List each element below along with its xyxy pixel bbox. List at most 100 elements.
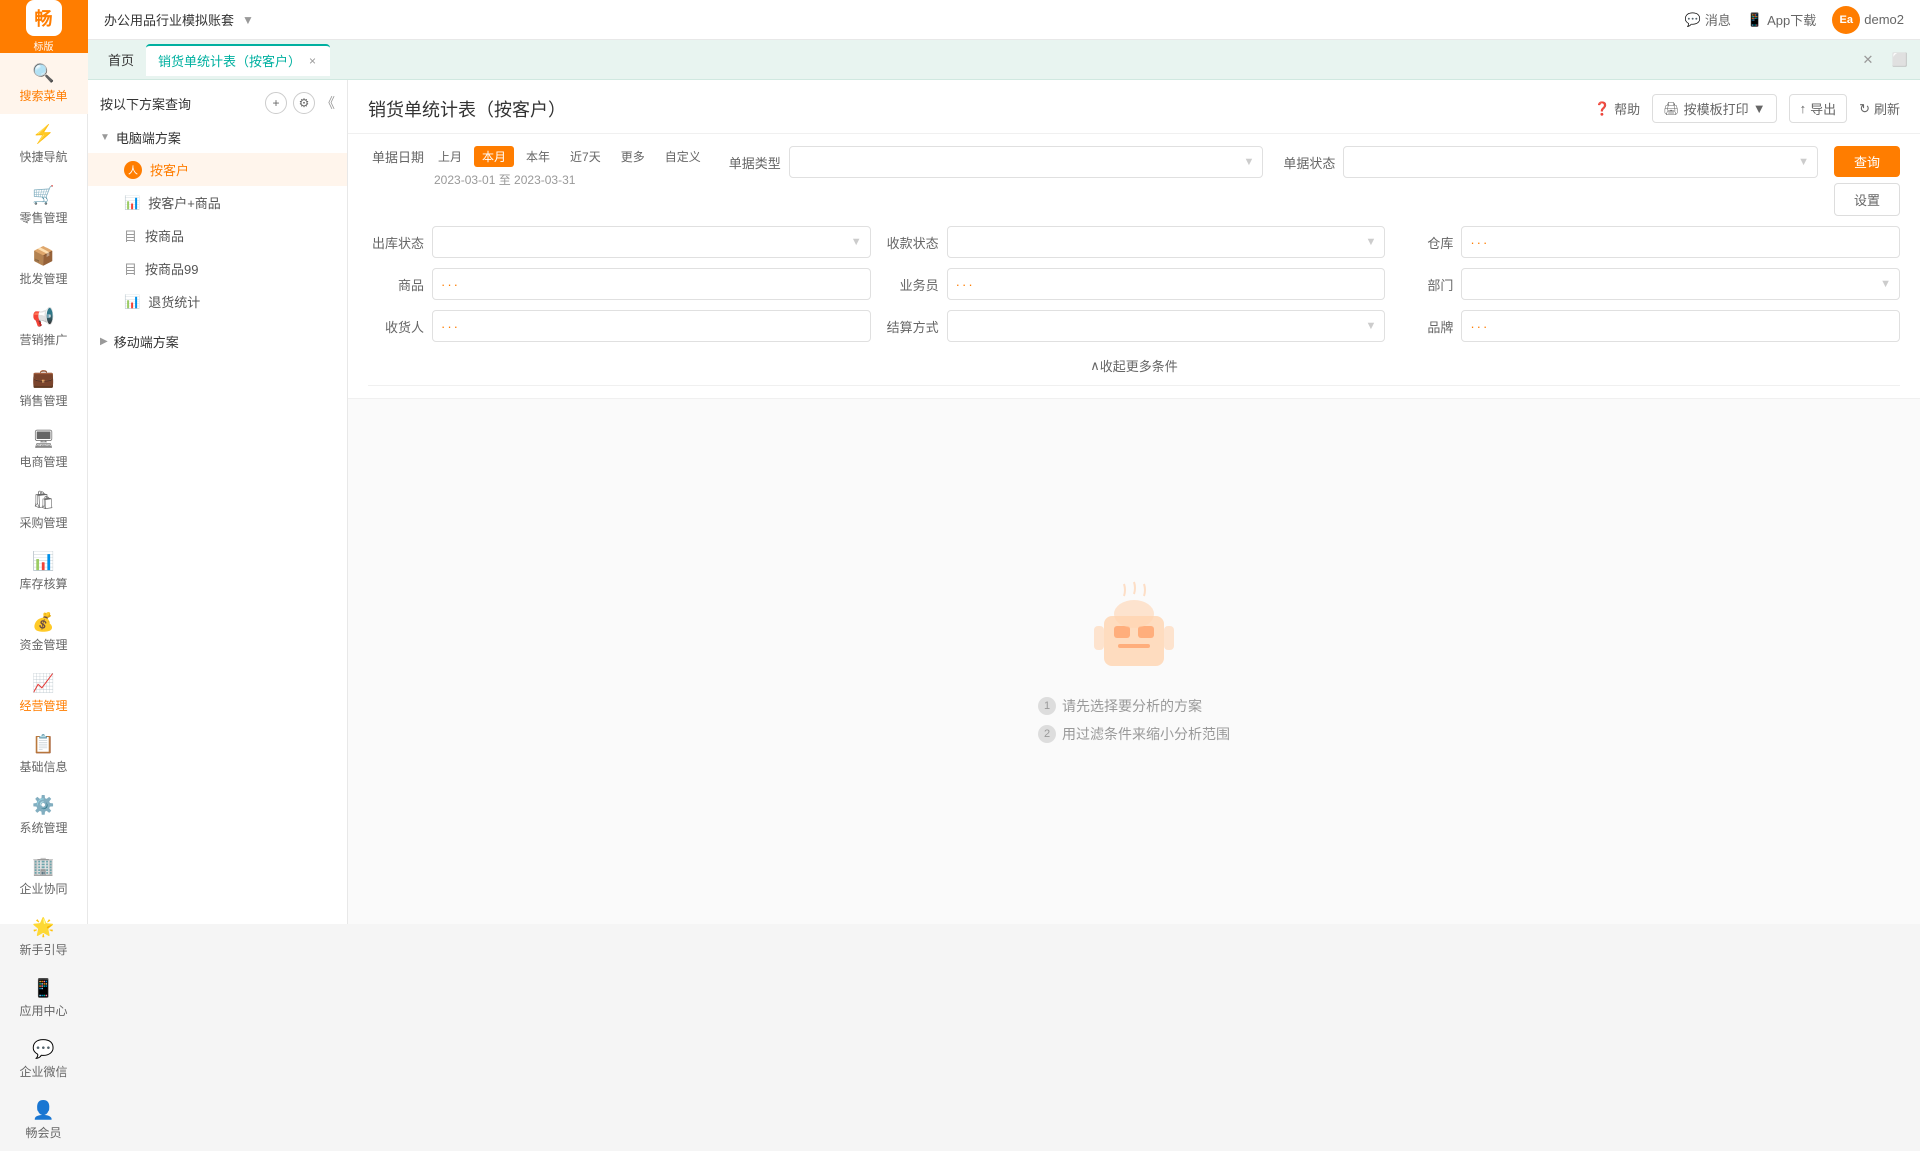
sidebar-item-inventory[interactable]: 📊 库存核算 bbox=[0, 541, 88, 602]
top-header: 办公用品行业模拟账套 ▼ 💬 消息 📱 App下载 Ea demo2 bbox=[88, 0, 1920, 40]
wholesale-icon: 📦 bbox=[32, 246, 54, 267]
warehouse-label: 仓库 bbox=[1397, 233, 1453, 252]
doc-type-select[interactable]: ▼ bbox=[789, 146, 1264, 178]
sidebar-item-basic-info[interactable]: 📋 基础信息 bbox=[0, 724, 88, 785]
tree-item-label: 按客户+商品 bbox=[148, 193, 221, 212]
tree-item-label: 按客户 bbox=[150, 160, 189, 179]
export-btn[interactable]: ↑ 导出 bbox=[1789, 94, 1848, 123]
tab-home[interactable]: 首页 bbox=[96, 44, 146, 76]
collapse-more-btn[interactable]: ∧ 收起更多条件 bbox=[368, 350, 1900, 386]
brand-label: 品牌 bbox=[1397, 317, 1453, 336]
sidebar-item-label: 企业微信 bbox=[19, 1063, 67, 1080]
user-profile-btn[interactable]: Ea demo2 bbox=[1832, 6, 1904, 34]
collapse-panel-btn[interactable]: 《 bbox=[321, 93, 335, 113]
left-panel-title: 按以下方案查询 bbox=[100, 94, 191, 113]
out-status-select[interactable]: ▼ bbox=[432, 226, 871, 258]
tree-item-by-product-99[interactable]: 目 按商品99 bbox=[88, 252, 347, 285]
sidebar-item-search-menu[interactable]: 🔍 搜索菜单 bbox=[0, 53, 88, 114]
finance-icon: 💰 bbox=[32, 612, 54, 633]
this-year-btn[interactable]: 本年 bbox=[518, 146, 558, 167]
tab-bar: 首页 销货单统计表（按客户） × ✕ ⬜ bbox=[88, 40, 1920, 80]
title-dropdown[interactable]: ▼ bbox=[242, 13, 254, 27]
sidebar-item-app-center[interactable]: 📱 应用中心 bbox=[0, 968, 88, 1029]
query-button[interactable]: 查询 bbox=[1834, 146, 1900, 177]
empty-state: 1 请先选择要分析的方案 2 用过滤条件来缩小分析范围 bbox=[348, 399, 1920, 924]
bar-chart-icon: 📊 bbox=[124, 294, 140, 310]
sidebar-item-ecommerce[interactable]: 🖥 电商管理 bbox=[0, 419, 88, 480]
basic-info-icon: 📋 bbox=[32, 734, 54, 755]
left-panel-header: 按以下方案查询 + ⚙ 《 bbox=[88, 92, 347, 122]
sidebar-item-operations[interactable]: 📈 经营管理 bbox=[0, 663, 88, 724]
empty-illustration bbox=[1074, 576, 1194, 676]
department-select[interactable]: ▼ bbox=[1461, 268, 1900, 300]
sidebar-item-label: 电商管理 bbox=[19, 453, 67, 470]
doc-type-label: 单据类型 bbox=[725, 153, 781, 172]
left-panel-actions: + ⚙ 《 bbox=[265, 92, 335, 114]
receipt-status-select[interactable]: ▼ bbox=[947, 226, 1386, 258]
restore-window-btn[interactable]: ⬜ bbox=[1888, 48, 1912, 72]
retail-icon: 🛒 bbox=[32, 185, 54, 206]
this-month-btn[interactable]: 本月 bbox=[474, 146, 514, 167]
app-center-icon: 📱 bbox=[32, 978, 54, 999]
salesperson-dots: ··· bbox=[956, 277, 975, 292]
sidebar-item-label: 畅会员 bbox=[25, 1124, 61, 1141]
recipient-select[interactable]: ··· bbox=[432, 310, 871, 342]
print-btn[interactable]: 🖨 按模板打印 ▼ bbox=[1652, 94, 1776, 123]
warehouse-select[interactable]: ··· bbox=[1461, 226, 1900, 258]
sidebar-item-member[interactable]: 👤 畅会员 bbox=[0, 1090, 88, 1151]
settings-button[interactable]: 设置 bbox=[1834, 183, 1900, 216]
settlement-select[interactable]: ▼ bbox=[947, 310, 1386, 342]
last-month-btn[interactable]: 上月 bbox=[430, 146, 470, 167]
table-icon: 目 bbox=[124, 226, 137, 245]
sidebar-item-marketing[interactable]: 📢 营销推广 bbox=[0, 297, 88, 358]
last-7-btn[interactable]: 近7天 bbox=[562, 146, 609, 167]
message-btn[interactable]: 💬 消息 bbox=[1685, 10, 1731, 29]
tree-item-return-stats[interactable]: 📊 退货统计 bbox=[88, 285, 347, 318]
tab-close-btn[interactable]: × bbox=[307, 54, 318, 68]
app-title: 办公用品行业模拟账套 bbox=[104, 10, 234, 29]
purchase-icon: 🛍 bbox=[32, 490, 55, 511]
recipient-dots: ··· bbox=[441, 319, 460, 334]
sidebar-item-system[interactable]: ⚙️ 系统管理 bbox=[0, 785, 88, 846]
sidebar-item-wholesale[interactable]: 📦 批发管理 bbox=[0, 236, 88, 297]
sidebar-item-enterprise[interactable]: 🏢 企业协同 bbox=[0, 846, 88, 907]
sidebar-item-new-user[interactable]: 🌟 新手引导 bbox=[0, 907, 88, 968]
sidebar-item-finance[interactable]: 💰 资金管理 bbox=[0, 602, 88, 663]
sales-icon: 💼 bbox=[32, 368, 54, 389]
add-scheme-btn[interactable]: + bbox=[265, 92, 287, 114]
tree-item-by-product[interactable]: 目 按商品 bbox=[88, 219, 347, 252]
close-window-btn[interactable]: ✕ bbox=[1856, 48, 1880, 72]
filter-area: 单据日期 上月 本月 本年 近7天 更多 自定义 2023-03-0 bbox=[348, 134, 1920, 399]
sidebar-item-wechat[interactable]: 💬 企业微信 bbox=[0, 1029, 88, 1090]
sidebar-item-quick-nav[interactable]: ⚡ 快捷导航 bbox=[0, 114, 88, 175]
more-date-btn[interactable]: 更多 bbox=[613, 146, 653, 167]
inventory-icon: 📊 bbox=[32, 551, 54, 572]
quick-nav-icon: ⚡ bbox=[32, 124, 54, 145]
refresh-icon: ↻ bbox=[1859, 101, 1870, 117]
brand-select[interactable]: ··· bbox=[1461, 310, 1900, 342]
sidebar-item-label: 快捷导航 bbox=[19, 148, 67, 165]
print-icon: 🖨 bbox=[1663, 101, 1680, 117]
settings-scheme-btn[interactable]: ⚙ bbox=[293, 92, 315, 114]
sidebar-item-sales[interactable]: 💼 销售管理 bbox=[0, 358, 88, 419]
sidebar-item-purchase[interactable]: 🛍 采购管理 bbox=[0, 480, 88, 541]
date-quick-btns: 上月 本月 本年 近7天 更多 自定义 bbox=[430, 146, 709, 167]
doc-type-arrow-icon: ▼ bbox=[1243, 156, 1254, 168]
help-btn[interactable]: ❓ 帮助 bbox=[1594, 99, 1640, 118]
tree-item-by-customer-product[interactable]: 📊 按客户+商品 bbox=[88, 186, 347, 219]
sidebar-item-retail[interactable]: 🛒 零售管理 bbox=[0, 175, 88, 236]
product-select[interactable]: ··· bbox=[432, 268, 871, 300]
app-download-btn[interactable]: 📱 App下载 bbox=[1747, 10, 1816, 29]
refresh-btn[interactable]: ↻ 刷新 bbox=[1859, 99, 1900, 118]
custom-date-btn[interactable]: 自定义 bbox=[657, 146, 709, 167]
salesperson-label: 业务员 bbox=[883, 275, 939, 294]
department-label: 部门 bbox=[1397, 275, 1453, 294]
tab-sales-report[interactable]: 销货单统计表（按客户） × bbox=[146, 44, 330, 76]
tree-group-desktop-header[interactable]: ▼ 电脑端方案 bbox=[88, 122, 347, 153]
enterprise-icon: 🏢 bbox=[32, 856, 54, 877]
department-arrow-icon: ▼ bbox=[1880, 278, 1891, 290]
tree-item-by-customer[interactable]: 人 按客户 bbox=[88, 153, 347, 186]
salesperson-select[interactable]: ··· bbox=[947, 268, 1386, 300]
doc-status-select[interactable]: ▼ bbox=[1343, 146, 1818, 178]
tree-group-mobile-header[interactable]: ▶ 移动端方案 bbox=[88, 326, 347, 357]
